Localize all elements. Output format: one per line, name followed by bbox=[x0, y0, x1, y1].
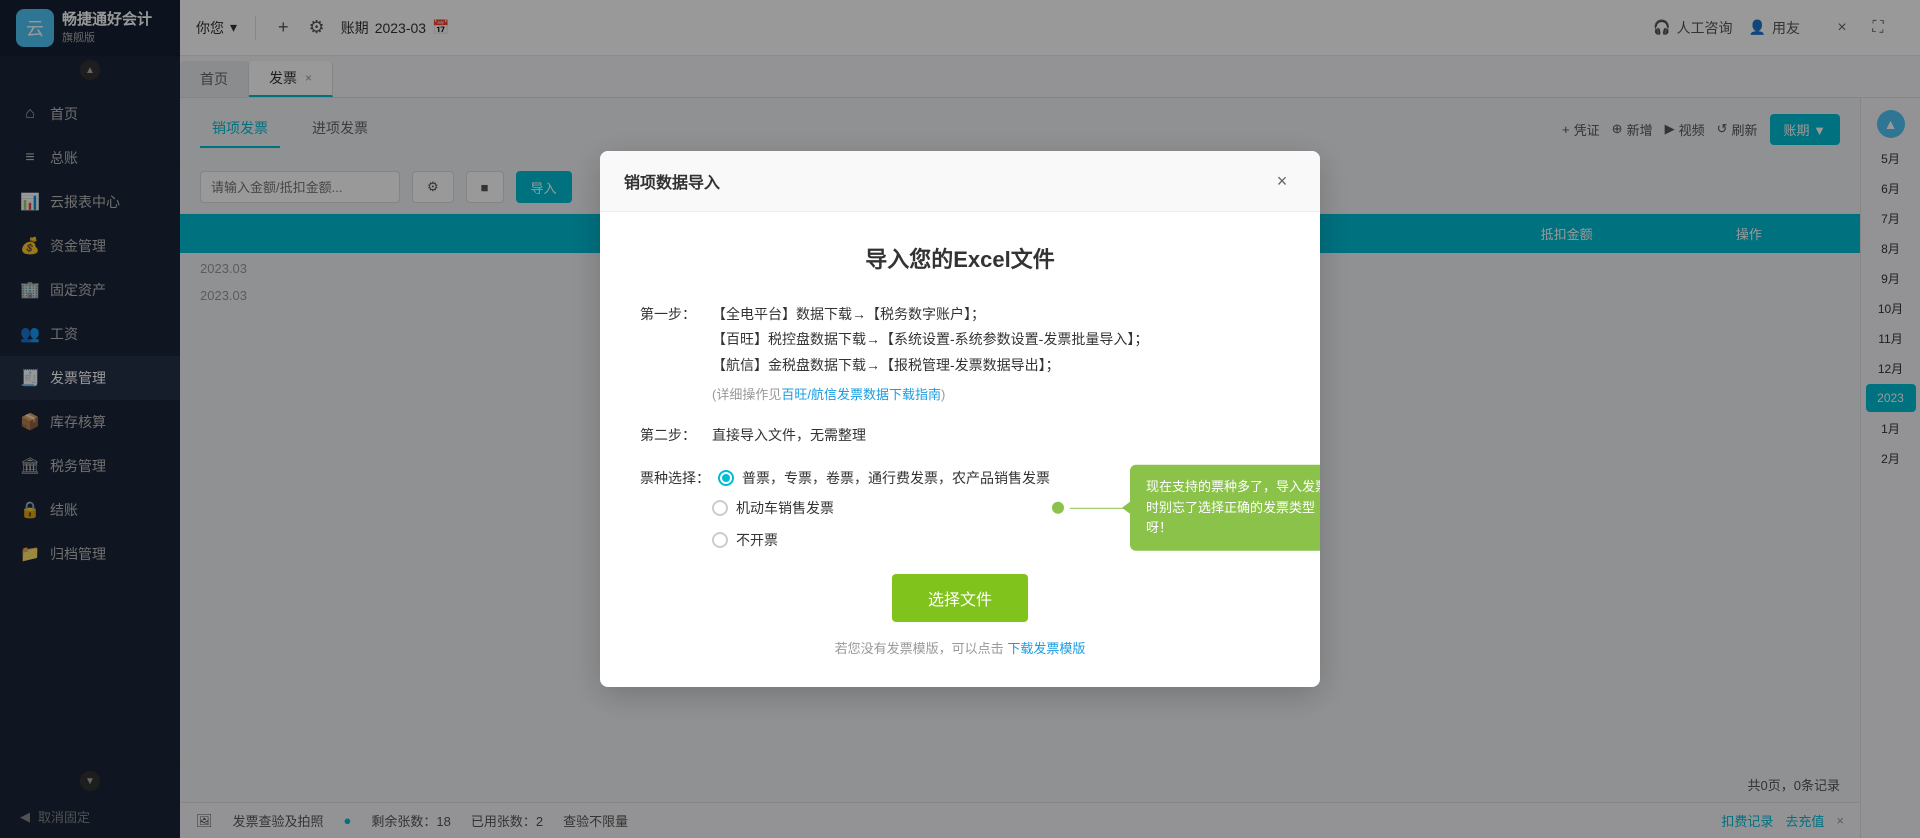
radio-motor-circle bbox=[712, 500, 728, 516]
tooltip-text: 现在支持的票种多了，导入发票时别忘了选择正确的发票类型呀！ bbox=[1146, 479, 1320, 536]
select-file-btn[interactable]: 选择文件 bbox=[892, 574, 1028, 622]
modal-title: 销项数据导入 bbox=[624, 169, 720, 193]
modal-main-title: 导入您的Excel文件 bbox=[640, 242, 1280, 274]
modal-footer: 若您没有发票模版，可以点击 下载发票模版 bbox=[640, 638, 1280, 657]
import-modal: 销项数据导入 × 导入您的Excel文件 第一步： 【全电平台】数据下载→【税务… bbox=[600, 151, 1320, 687]
tooltip-line bbox=[1070, 507, 1130, 508]
radio-group: 机动车销售发票 × 现在支持的票种多了，导入发票时别忘了选择正确的发票类型呀！ bbox=[712, 498, 1280, 550]
step-1-line-1: 【全电平台】数据下载→【税务数字账户】； bbox=[712, 302, 1148, 327]
radio-general-dot bbox=[722, 474, 730, 482]
modal-header: 销项数据导入 × bbox=[600, 151, 1320, 212]
radio-general[interactable]: 普票，专票，卷票，通行费发票，农产品销售发票 bbox=[718, 468, 1050, 488]
step-1-label: 第一步： bbox=[640, 304, 700, 324]
ticket-select: 票种选择： 普票，专票，卷票，通行费发票，农产品销售发票 机动车销售发票 bbox=[640, 468, 1280, 550]
tooltip-dot bbox=[1052, 502, 1064, 514]
step-2-line: 第二步： 直接导入文件，无需整理 bbox=[640, 423, 1280, 448]
step-1-note-prefix: (详细操作见 bbox=[712, 387, 781, 402]
step-1-line-3: 【航信】金税盘数据下载→【报税管理-发票数据导出】； bbox=[712, 353, 1148, 378]
download-template-link[interactable]: 下载发票模版 bbox=[1007, 641, 1085, 656]
radio-none-circle bbox=[712, 532, 728, 548]
step-1-line: 第一步： 【全电平台】数据下载→【税务数字账户】； 【百旺】税控盘数据下载→【系… bbox=[640, 302, 1280, 378]
ticket-label-text: 票种选择： bbox=[640, 468, 710, 488]
tooltip-connector: × 现在支持的票种多了，导入发票时别忘了选择正确的发票类型呀！ bbox=[1052, 465, 1320, 551]
radio-general-circle bbox=[718, 470, 734, 486]
step-2-content: 直接导入文件，无需整理 bbox=[712, 423, 866, 448]
radio-general-label: 普票，专票，卷票，通行费发票，农产品销售发票 bbox=[742, 468, 1050, 488]
radio-motor[interactable]: 机动车销售发票 × 现在支持的票种多了，导入发票时别忘了选择正确的发票类型呀！ bbox=[712, 498, 1280, 518]
step-1: 第一步： 【全电平台】数据下载→【税务数字账户】； 【百旺】税控盘数据下载→【系… bbox=[640, 302, 1280, 403]
modal-overlay: 销项数据导入 × 导入您的Excel文件 第一步： 【全电平台】数据下载→【税务… bbox=[0, 0, 1920, 838]
step-1-note-suffix: ) bbox=[941, 387, 945, 402]
modal-close-btn[interactable]: × bbox=[1268, 167, 1296, 195]
step-1-content: 【全电平台】数据下载→【税务数字账户】； 【百旺】税控盘数据下载→【系统设置-系… bbox=[712, 302, 1148, 378]
step-1-note: (详细操作见百旺/航信发票数据下载指南) bbox=[712, 384, 1280, 403]
step-2: 第二步： 直接导入文件，无需整理 bbox=[640, 423, 1280, 448]
step-2-label: 第二步： bbox=[640, 425, 700, 445]
radio-none-label: 不开票 bbox=[736, 530, 778, 550]
step-1-line-2: 【百旺】税控盘数据下载→【系统设置-系统参数设置-发票批量导入】； bbox=[712, 327, 1148, 352]
radio-motor-label: 机动车销售发票 bbox=[736, 498, 834, 518]
footer-note-text: 若您没有发票模版，可以点击 bbox=[835, 641, 1004, 656]
step-1-guide-link[interactable]: 百旺/航信发票数据下载指南 bbox=[781, 387, 941, 402]
tooltip-bubble: × 现在支持的票种多了，导入发票时别忘了选择正确的发票类型呀！ bbox=[1130, 465, 1320, 551]
modal-body: 导入您的Excel文件 第一步： 【全电平台】数据下载→【税务数字账户】； 【百… bbox=[600, 212, 1320, 687]
